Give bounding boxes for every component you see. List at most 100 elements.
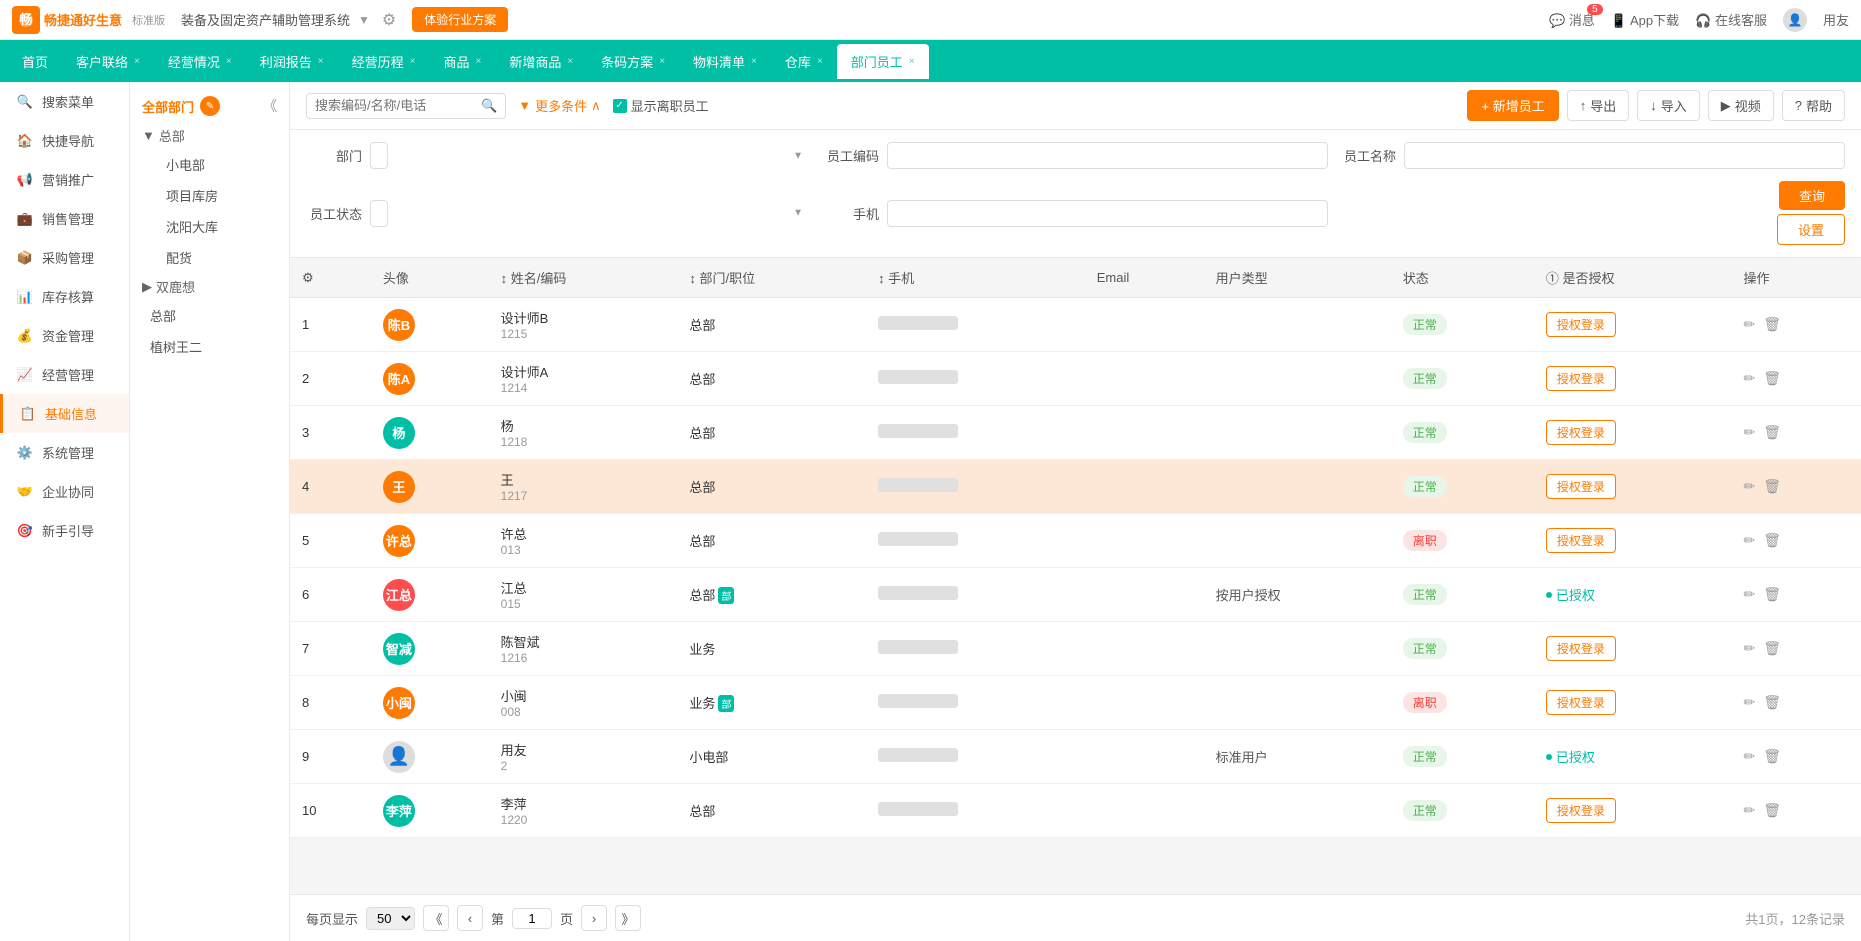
message-btn[interactable]: 💬 消息 5 (1549, 10, 1595, 29)
row-actions: ✏🗑 (1732, 676, 1861, 730)
sidebar-item-system[interactable]: ⚙️ 系统管理 (0, 433, 129, 472)
first-page-btn[interactable]: 《 (423, 905, 449, 931)
sidebar-item-guide[interactable]: 🎯 新手引导 (0, 511, 129, 550)
sidebar-item-marketing[interactable]: 📢 营销推广 (0, 160, 129, 199)
dept-edit-btn[interactable]: ✎ (200, 96, 220, 116)
dept-item-xiaodiandu[interactable]: 小电部 (146, 149, 289, 180)
app-download-btn[interactable]: 📱 App下载 (1611, 10, 1679, 29)
sidebar-item-purchase[interactable]: 📦 采购管理 (0, 238, 129, 277)
tab-warehouse[interactable]: 仓库× (771, 44, 837, 79)
sidebar-item-search[interactable]: 🔍 搜索菜单 (0, 82, 129, 121)
row-email (1085, 568, 1204, 622)
help-btn[interactable]: ? 帮助 (1782, 90, 1845, 121)
sidebar-item-quicknav[interactable]: 🏠 快捷导航 (0, 121, 129, 160)
sidebar-item-enterprise[interactable]: 🤝 企业协同 (0, 472, 129, 511)
row-email (1085, 784, 1204, 838)
sidebar-item-sales[interactable]: 💼 销售管理 (0, 199, 129, 238)
view-btn[interactable]: ▶ 视频 (1708, 90, 1774, 121)
user-avatar[interactable]: 👤 (1783, 8, 1807, 32)
authorize-btn[interactable]: 授权登录 (1546, 366, 1616, 391)
per-page-select[interactable]: 50 (366, 907, 415, 930)
edit-icon[interactable]: ✏ (1744, 694, 1756, 711)
authorize-btn[interactable]: 授权登录 (1546, 474, 1616, 499)
dept-item-shenyang[interactable]: 沈阳大库 (146, 211, 289, 242)
sidebar-item-finance[interactable]: 💰 资金管理 (0, 316, 129, 355)
delete-icon[interactable]: 🗑 (1763, 748, 1781, 765)
status-select[interactable] (370, 200, 388, 227)
dept-item-projectroom[interactable]: 项目库房 (146, 180, 289, 211)
edit-icon[interactable]: ✏ (1744, 424, 1756, 441)
settings-icon[interactable]: ⚙ (382, 10, 396, 30)
edit-icon[interactable]: ✏ (1744, 748, 1756, 765)
edit-icon[interactable]: ✏ (1744, 316, 1756, 333)
online-service-btn[interactable]: 🎧 在线客服 (1695, 10, 1767, 29)
system-dropdown[interactable]: ▼ (358, 13, 370, 27)
authorize-btn[interactable]: 授权登录 (1546, 528, 1616, 553)
sidebar-item-operation[interactable]: 📈 经营管理 (0, 355, 129, 394)
delete-icon[interactable]: 🗑 (1763, 532, 1781, 549)
authorize-btn[interactable]: 授权登录 (1546, 636, 1616, 661)
query-btn[interactable]: 查询 (1779, 181, 1845, 210)
import-btn[interactable]: ↓ 导入 (1637, 90, 1700, 121)
sidebar-item-inventory[interactable]: 📊 库存核算 (0, 277, 129, 316)
dept-item-zongbu[interactable]: 总部 (130, 300, 289, 331)
tab-bom[interactable]: 物料清单× (679, 44, 771, 79)
tab-history[interactable]: 经营历程× (338, 44, 430, 79)
tab-add-goods[interactable]: 新增商品× (495, 44, 587, 79)
edit-icon[interactable]: ✏ (1744, 640, 1756, 657)
delete-icon[interactable]: 🗑 (1763, 640, 1781, 657)
sidebar-item-basic-info[interactable]: 📋 基础信息 (0, 394, 129, 433)
search-icon[interactable]: 🔍 (481, 98, 497, 114)
page-input[interactable] (512, 908, 552, 929)
delete-icon[interactable]: 🗑 (1763, 424, 1781, 441)
tab-goods[interactable]: 商品× (429, 44, 495, 79)
all-dept-label[interactable]: 全部部门 (142, 97, 194, 116)
authorize-btn[interactable]: 授权登录 (1546, 798, 1616, 823)
search-input[interactable] (315, 98, 475, 113)
edit-icon[interactable]: ✏ (1744, 370, 1756, 387)
prev-page-btn[interactable]: ‹ (457, 905, 483, 931)
export-btn[interactable]: ↑ 导出 (1567, 90, 1630, 121)
delete-icon[interactable]: 🗑 (1763, 316, 1781, 333)
edit-icon[interactable]: ✏ (1744, 532, 1756, 549)
tab-barcode[interactable]: 条码方案× (587, 44, 679, 79)
tab-customer[interactable]: 客户联络× (62, 44, 154, 79)
show-resigned-toggle[interactable]: ✓ 显示离职员工 (613, 96, 709, 115)
col-settings[interactable]: ⚙ (290, 258, 371, 298)
filter-dept-row: 部门 ▼ (306, 142, 811, 169)
empname-input[interactable] (1404, 142, 1845, 169)
dept-group-headquarter[interactable]: ▼ 总部 (130, 122, 289, 149)
edit-icon[interactable]: ✏ (1744, 478, 1756, 495)
col-dept[interactable]: ↕ 部门/职位 (677, 258, 866, 298)
add-employee-btn[interactable]: + 新增员工 (1467, 90, 1558, 121)
last-page-btn[interactable]: 》 (615, 905, 641, 931)
delete-icon[interactable]: 🗑 (1763, 370, 1781, 387)
next-page-btn[interactable]: › (581, 905, 607, 931)
authorize-btn[interactable]: 授权登录 (1546, 420, 1616, 445)
dept-collapse-btn[interactable]: 《 (263, 96, 277, 116)
more-conditions-btn[interactable]: ▼ 更多条件 ∧ (518, 96, 600, 115)
authorize-btn[interactable]: 授权登录 (1546, 690, 1616, 715)
delete-icon[interactable]: 🗑 (1763, 802, 1781, 819)
dept-select[interactable] (370, 142, 388, 169)
col-name[interactable]: ↕ 姓名/编码 (489, 258, 678, 298)
delete-icon[interactable]: 🗑 (1763, 694, 1781, 711)
delete-icon[interactable]: 🗑 (1763, 586, 1781, 603)
empcode-input[interactable] (887, 142, 1328, 169)
delete-icon[interactable]: 🗑 (1763, 478, 1781, 495)
trial-button[interactable]: 体验行业方案 (412, 7, 508, 32)
dept-item-delivery[interactable]: 配货 (146, 242, 289, 273)
set-btn[interactable]: 设置 (1777, 214, 1845, 245)
phone-input[interactable] (887, 200, 1328, 227)
tab-operation[interactable]: 经营情况× (154, 44, 246, 79)
tab-department[interactable]: 部门员工× (837, 44, 929, 79)
dept-group-shuanglu[interactable]: ▶ 双鹿想 (130, 273, 289, 300)
col-phone[interactable]: ↕ 手机 (866, 258, 1085, 298)
dept-item-zhishu[interactable]: 植树王二 (130, 331, 289, 362)
row-usertype (1204, 352, 1391, 406)
tab-home[interactable]: 首页 (8, 44, 62, 79)
edit-icon[interactable]: ✏ (1744, 802, 1756, 819)
authorize-btn[interactable]: 授权登录 (1546, 312, 1616, 337)
tab-profit[interactable]: 利润报告× (246, 44, 338, 79)
edit-icon[interactable]: ✏ (1744, 586, 1756, 603)
